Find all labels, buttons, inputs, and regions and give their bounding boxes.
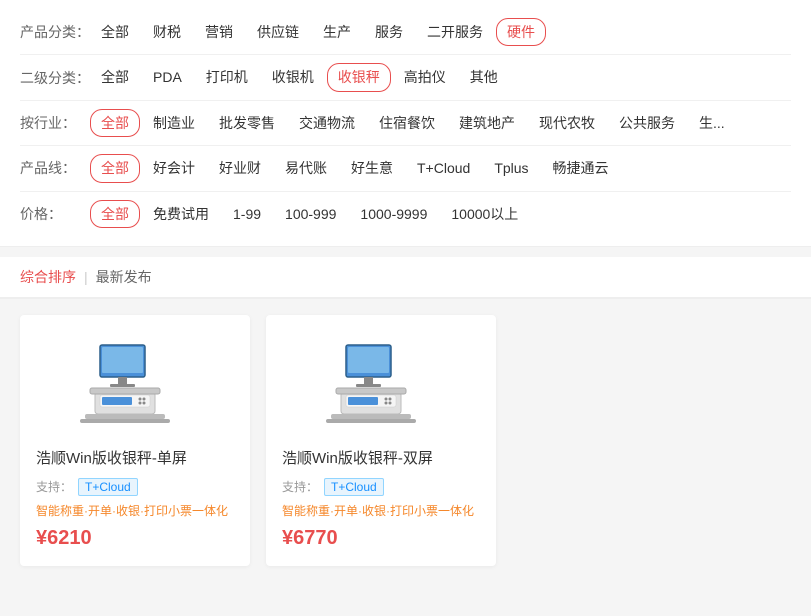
filter-industry-item-4[interactable]: 住宿餐饮	[368, 109, 446, 137]
price-items: 全部免费试用1-99100-9991000-999910000以上	[90, 200, 529, 228]
product-price-2: ¥6770	[282, 527, 480, 550]
product-desc-2: 智能称重·开单·收银·打印小票一体化	[282, 502, 480, 519]
filter-industry-item-2[interactable]: 批发零售	[208, 109, 286, 137]
filter-category-item-2[interactable]: 营销	[194, 18, 244, 46]
product-image-1	[36, 335, 234, 435]
sort-bar: 综合排序 | 最新发布	[0, 257, 811, 299]
product-name-1: 浩顺Win版收银秤-单屏	[36, 447, 234, 468]
filter-product_line-item-4[interactable]: 好生意	[340, 154, 404, 182]
product-icon-1	[80, 340, 190, 430]
industry-row: 按行业： 全部制造业批发零售交通物流住宿餐饮建筑地产现代农牧公共服务生...	[20, 101, 791, 146]
product-price-1: ¥6210	[36, 527, 234, 550]
filter-category-item-4[interactable]: 生产	[312, 18, 362, 46]
filter-category-item-0[interactable]: 全部	[90, 18, 140, 46]
filter-category-item-1[interactable]: 财税	[142, 18, 192, 46]
support-label-2: 支持：	[282, 478, 318, 495]
filter-product_line-item-6[interactable]: Tplus	[483, 154, 539, 182]
filter-product_line-item-5[interactable]: T+Cloud	[406, 154, 481, 182]
product-support-1: 支持： T+Cloud	[36, 478, 234, 496]
filter-product_line-item-1[interactable]: 好会计	[142, 154, 206, 182]
filter-category-item-5[interactable]: 服务	[364, 18, 414, 46]
product-name-2: 浩顺Win版收银秤-双屏	[282, 447, 480, 468]
filter-price-item-1[interactable]: 免费试用	[142, 200, 220, 228]
filter-category-item-6[interactable]: 二开服务	[416, 18, 494, 46]
filter-category-item-3[interactable]: 供应链	[246, 18, 310, 46]
filter-category-item-7[interactable]: 硬件	[496, 18, 546, 46]
product-support-2: 支持： T+Cloud	[282, 478, 480, 496]
filter-sub_category-item-1[interactable]: PDA	[142, 63, 193, 91]
category-row: 产品分类： 全部财税营销供应链生产服务二开服务硬件	[20, 10, 791, 55]
support-tag-1[interactable]: T+Cloud	[78, 478, 138, 496]
sub-category-row: 二级分类： 全部PDA打印机收银机收银秤高拍仪其他	[20, 55, 791, 100]
filter-sub_category-item-4[interactable]: 收银秤	[327, 63, 391, 91]
filter-industry-item-6[interactable]: 现代农牧	[528, 109, 606, 137]
filter-sub_category-item-3[interactable]: 收银机	[261, 63, 325, 91]
support-label-1: 支持：	[36, 478, 72, 495]
price-row: 价格： 全部免费试用1-99100-9991000-999910000以上	[20, 192, 791, 236]
product-grid: 浩顺Win版收银秤-单屏 支持： T+Cloud 智能称重·开单·收银·打印小票…	[0, 299, 811, 582]
filter-product_line-item-0[interactable]: 全部	[90, 154, 140, 182]
industry-items: 全部制造业批发零售交通物流住宿餐饮建筑地产现代农牧公共服务生...	[90, 109, 736, 137]
product-icon-2	[326, 340, 436, 430]
filter-industry-item-5[interactable]: 建筑地产	[448, 109, 526, 137]
sort-divider: |	[76, 269, 96, 285]
filter-sub_category-item-6[interactable]: 其他	[459, 63, 509, 91]
filter-industry-item-0[interactable]: 全部	[90, 109, 140, 137]
filter-price-item-5[interactable]: 10000以上	[440, 200, 529, 228]
product-line-label: 产品线：	[20, 158, 90, 178]
filter-sub_category-item-2[interactable]: 打印机	[195, 63, 259, 91]
product-line-items: 全部好会计好业财易代账好生意T+CloudTplus畅捷通云	[90, 154, 620, 182]
sub-category-items: 全部PDA打印机收银机收银秤高拍仪其他	[90, 63, 509, 91]
filter-product_line-item-2[interactable]: 好业财	[208, 154, 272, 182]
industry-label: 按行业：	[20, 113, 90, 133]
support-tag-2[interactable]: T+Cloud	[324, 478, 384, 496]
filter-industry-item-7[interactable]: 公共服务	[608, 109, 686, 137]
filter-industry-item-8[interactable]: 生...	[688, 109, 736, 137]
sub-category-label: 二级分类：	[20, 68, 90, 88]
filter-price-item-2[interactable]: 1-99	[222, 200, 272, 228]
category-items: 全部财税营销供应链生产服务二开服务硬件	[90, 18, 546, 46]
price-label: 价格：	[20, 204, 90, 224]
filter-product_line-item-3[interactable]: 易代账	[274, 154, 338, 182]
sort-comprehensive[interactable]: 综合排序	[20, 265, 76, 289]
filter-industry-item-3[interactable]: 交通物流	[288, 109, 366, 137]
product-image-2	[282, 335, 480, 435]
filter-industry-item-1[interactable]: 制造业	[142, 109, 206, 137]
product-line-row: 产品线： 全部好会计好业财易代账好生意T+CloudTplus畅捷通云	[20, 146, 791, 191]
sort-latest[interactable]: 最新发布	[96, 265, 152, 289]
filter-product_line-item-7[interactable]: 畅捷通云	[542, 154, 620, 182]
filter-sub_category-item-5[interactable]: 高拍仪	[393, 63, 457, 91]
filter-sub_category-item-0[interactable]: 全部	[90, 63, 140, 91]
filter-price-item-3[interactable]: 100-999	[274, 200, 347, 228]
product-card-2[interactable]: 浩顺Win版收银秤-双屏 支持： T+Cloud 智能称重·开单·收银·打印小票…	[266, 315, 496, 566]
filter-price-item-0[interactable]: 全部	[90, 200, 140, 228]
product-desc-1: 智能称重·开单·收银·打印小票一体化	[36, 502, 234, 519]
category-label: 产品分类：	[20, 22, 90, 42]
product-card-1[interactable]: 浩顺Win版收银秤-单屏 支持： T+Cloud 智能称重·开单·收银·打印小票…	[20, 315, 250, 566]
filter-price-item-4[interactable]: 1000-9999	[349, 200, 438, 228]
filter-section: 产品分类： 全部财税营销供应链生产服务二开服务硬件 二级分类： 全部PDA打印机…	[0, 0, 811, 247]
